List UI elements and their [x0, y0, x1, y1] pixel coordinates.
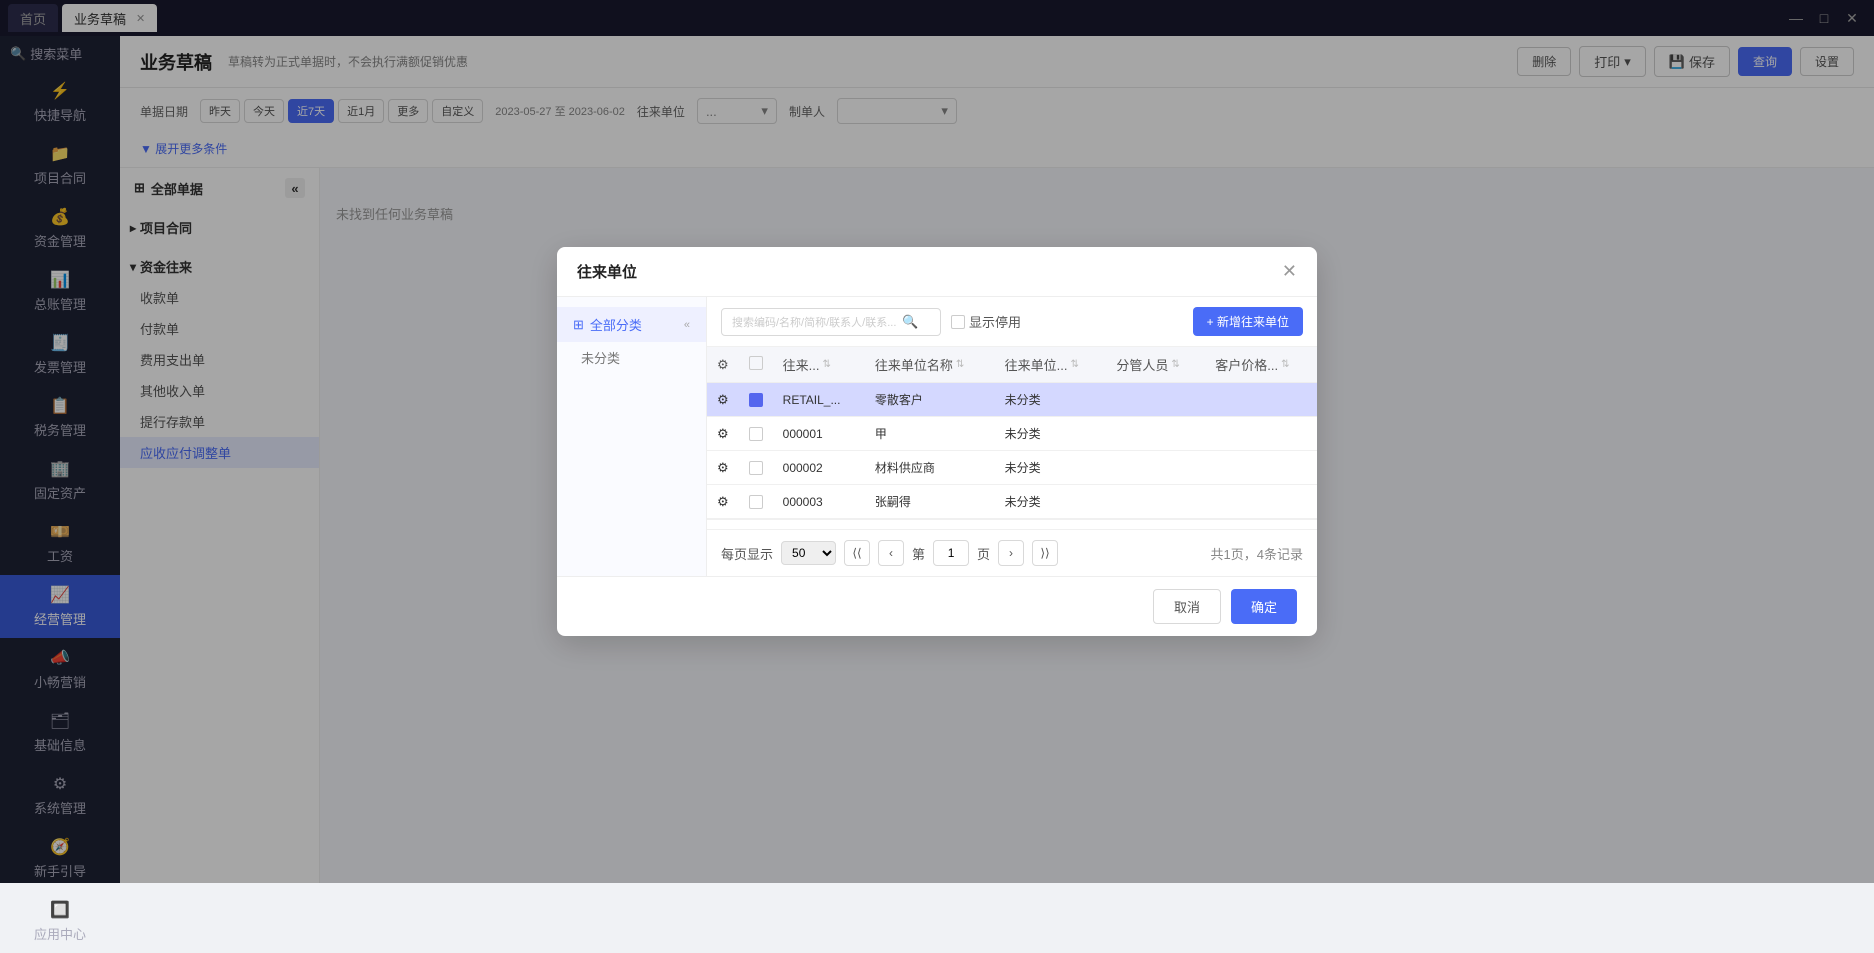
sidebar-item-label: 应用中心	[34, 924, 86, 943]
row-price-level	[1205, 485, 1317, 519]
last-page-btn[interactable]: ⟩⟩	[1032, 540, 1058, 566]
row-category: 未分类	[995, 417, 1107, 451]
row-settings[interactable]: ⚙	[707, 485, 739, 519]
show-inactive-label[interactable]: 显示停用	[951, 312, 1021, 331]
dialog-header: 往来单位 ✕	[557, 247, 1317, 297]
th-setting[interactable]: ⚙	[707, 347, 739, 383]
unclassified-label: 未分类	[581, 351, 620, 366]
row-assignee	[1106, 417, 1205, 451]
dialog-table-body: ⚙ RETAIL_... 零散客户 未分类 ⚙ 000001 甲 未分类 ⚙ 0…	[707, 383, 1317, 519]
dialog-footer: 取消 确定	[557, 576, 1317, 636]
counterparty-table: ⚙ 往来... ⇅	[707, 347, 1317, 519]
counterparty-search-input[interactable]: 搜索编码/名称/简称/联系人/联系... 🔍	[721, 308, 941, 336]
next-page-btn[interactable]: ›	[998, 540, 1024, 566]
table-row[interactable]: ⚙ RETAIL_... 零散客户 未分类	[707, 383, 1317, 417]
row-category: 未分类	[995, 485, 1107, 519]
row-settings-icon: ⚙	[717, 494, 729, 509]
row-name: 甲	[865, 417, 995, 451]
sidebar-item-apps[interactable]: 🔲 应用中心	[0, 890, 120, 953]
row-settings-icon: ⚙	[717, 460, 729, 475]
row-settings[interactable]: ⚙	[707, 383, 739, 417]
counterparty-dialog: 往来单位 ✕ ⊞ 全部分类 « 未分类 搜索编码/	[557, 247, 1317, 636]
add-counterparty-btn[interactable]: + 新增往来单位	[1193, 307, 1303, 336]
row-name: 零散客户	[865, 383, 995, 417]
row-name: 材料供应商	[865, 451, 995, 485]
row-select-checkbox[interactable]	[749, 461, 763, 475]
row-checkbox[interactable]	[739, 485, 773, 519]
page-suffix: 页	[977, 544, 990, 563]
row-checkbox[interactable]	[739, 383, 773, 417]
dialog-close-btn[interactable]: ✕	[1282, 261, 1297, 282]
price-sort-icon[interactable]: ⇅	[1281, 359, 1289, 370]
row-price-level	[1205, 451, 1317, 485]
dialog-sidebar-unclassified[interactable]: 未分类	[557, 342, 706, 373]
row-price-level	[1205, 383, 1317, 417]
total-records: 共1页，4条记录	[1211, 544, 1303, 563]
h-scroll-bar[interactable]	[707, 519, 1317, 529]
th-category: 往来单位... ⇅	[995, 347, 1107, 383]
row-assignee	[1106, 485, 1205, 519]
select-all-checkbox[interactable]	[749, 356, 763, 370]
th-checkbox[interactable]	[739, 347, 773, 383]
table-row[interactable]: ⚙ 000001 甲 未分类	[707, 417, 1317, 451]
prev-page-btn[interactable]: ‹	[878, 540, 904, 566]
show-inactive-checkbox[interactable]	[951, 315, 965, 329]
per-page-select[interactable]: 50 20 100	[781, 541, 836, 565]
dialog-table: ⚙ 往来... ⇅	[707, 347, 1317, 519]
row-code: 000001	[773, 417, 865, 451]
assignee-sort-icon[interactable]: ⇅	[1171, 359, 1179, 370]
dialog-sidebar: ⊞ 全部分类 « 未分类	[557, 297, 707, 576]
dialog-overlay[interactable]: 往来单位 ✕ ⊞ 全部分类 « 未分类 搜索编码/	[0, 0, 1874, 883]
th-name: 往来单位名称 ⇅	[865, 347, 995, 383]
show-inactive-text: 显示停用	[969, 312, 1021, 331]
dialog-main-panel: 搜索编码/名称/简称/联系人/联系... 🔍 显示停用 + 新增往来单位	[707, 297, 1317, 576]
row-assignee	[1106, 383, 1205, 417]
row-settings[interactable]: ⚙	[707, 451, 739, 485]
table-header-row: ⚙ 往来... ⇅	[707, 347, 1317, 383]
th-price: 客户价格... ⇅	[1205, 347, 1317, 383]
all-category-label: 全部分类	[590, 315, 642, 334]
first-page-btn[interactable]: ⟨⟨	[844, 540, 870, 566]
category-sort-icon[interactable]: ⇅	[1070, 359, 1078, 370]
cancel-button[interactable]: 取消	[1153, 589, 1221, 624]
name-sort-icon[interactable]: ⇅	[956, 359, 964, 370]
confirm-button[interactable]: 确定	[1231, 589, 1297, 624]
row-settings-icon: ⚙	[717, 426, 729, 441]
search-placeholder-text: 搜索编码/名称/简称/联系人/联系...	[732, 314, 896, 330]
row-name: 张嗣得	[865, 485, 995, 519]
code-sort-icon[interactable]: ⇅	[823, 359, 831, 370]
page-number-input[interactable]	[933, 540, 969, 566]
row-settings[interactable]: ⚙	[707, 417, 739, 451]
row-select-checkbox[interactable]	[749, 495, 763, 509]
row-checkbox[interactable]	[739, 451, 773, 485]
settings-icon: ⚙	[717, 357, 729, 372]
table-row[interactable]: ⚙ 000002 材料供应商 未分类	[707, 451, 1317, 485]
row-assignee	[1106, 451, 1205, 485]
dialog-toolbar: 搜索编码/名称/简称/联系人/联系... 🔍 显示停用 + 新增往来单位	[707, 297, 1317, 347]
per-page-label: 每页显示	[721, 544, 773, 563]
row-category: 未分类	[995, 451, 1107, 485]
apps-icon: 🔲	[50, 900, 70, 920]
row-code: 000003	[773, 485, 865, 519]
table-row[interactable]: ⚙ 000003 张嗣得 未分类	[707, 485, 1317, 519]
page-label: 第	[912, 544, 925, 563]
row-select-checkbox[interactable]	[749, 427, 763, 441]
all-category-icon: ⊞	[573, 317, 584, 333]
th-assignee: 分管人员 ⇅	[1106, 347, 1205, 383]
dialog-body: ⊞ 全部分类 « 未分类 搜索编码/名称/简称/联系人/联系... 🔍	[557, 297, 1317, 576]
dialog-sidebar-all[interactable]: ⊞ 全部分类 «	[557, 307, 706, 342]
row-select-checkbox[interactable]	[749, 393, 763, 407]
row-settings-icon: ⚙	[717, 392, 729, 407]
row-code: 000002	[773, 451, 865, 485]
row-price-level	[1205, 417, 1317, 451]
search-icon: 🔍	[902, 314, 918, 330]
th-code: 往来... ⇅	[773, 347, 865, 383]
dialog-pagination: 每页显示 50 20 100 ⟨⟨ ‹ 第 页 › ⟩⟩ 共1页，4条记录	[707, 529, 1317, 576]
row-category: 未分类	[995, 383, 1107, 417]
row-code: RETAIL_...	[773, 383, 865, 417]
row-checkbox[interactable]	[739, 417, 773, 451]
dialog-title: 往来单位	[577, 261, 637, 282]
dialog-sidebar-collapse[interactable]: «	[684, 319, 690, 331]
